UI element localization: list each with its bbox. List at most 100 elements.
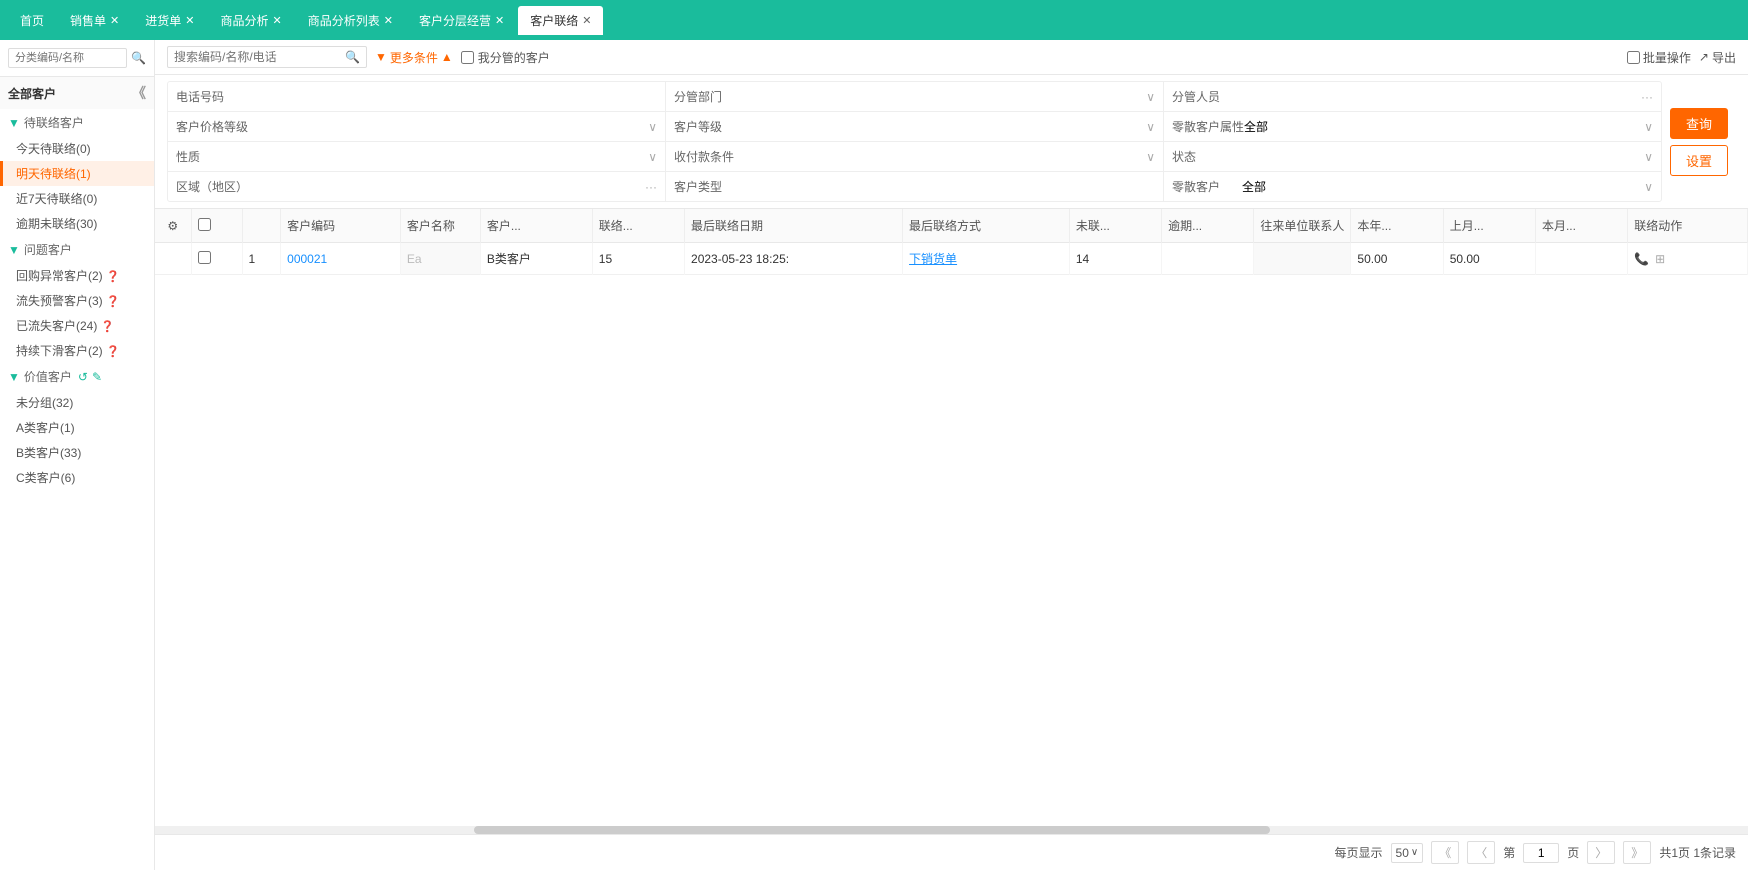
sidebar-item-today[interactable]: 今天待联络(0) <box>0 136 154 161</box>
close-customer-tier-icon[interactable]: ✕ <box>495 14 504 27</box>
page-size-select[interactable]: 50 ∨ <box>1391 843 1424 863</box>
nav-customer-tier[interactable]: 客户分层经营 ✕ <box>407 6 516 35</box>
col-checkbox[interactable] <box>191 209 242 243</box>
payment-chevron-icon: ∨ <box>1146 150 1155 164</box>
last-method-link[interactable]: 下销货单 <box>909 252 957 266</box>
search-input-wrap[interactable]: 🔍 <box>167 46 367 68</box>
row-check[interactable] <box>198 251 211 264</box>
value-level-filter[interactable]: 客户价格等级 ∨ <box>168 112 666 141</box>
col-not-linked[interactable]: 未联... <box>1069 209 1161 243</box>
region-dots-icon[interactable]: ··· <box>645 180 657 194</box>
row-code[interactable]: 000021 <box>281 243 401 275</box>
refresh-icon[interactable]: ↺ <box>78 370 88 384</box>
action-more-icon[interactable]: ⊞ <box>1655 252 1665 266</box>
nav-sales[interactable]: 销售单 ✕ <box>58 6 131 35</box>
phone-input[interactable] <box>246 90 657 104</box>
row-action[interactable]: 📞 ⊞ <box>1628 243 1748 275</box>
close-product-list-icon[interactable]: ✕ <box>384 14 393 27</box>
sidebar-item-abnormal[interactable]: 回购异常客户(2) ❓ <box>0 263 154 288</box>
sidebar-item-churn-warn[interactable]: 流失预警客户(3) ❓ <box>0 288 154 313</box>
my-customers-check[interactable] <box>461 51 474 64</box>
col-settings[interactable]: ⚙ <box>155 209 191 243</box>
help-icon-abnormal[interactable]: ❓ <box>106 271 120 283</box>
set-button[interactable]: 设置 <box>1670 145 1728 176</box>
col-overdue[interactable]: 逾期... <box>1162 209 1254 243</box>
manager-dots-icon[interactable]: ··· <box>1641 90 1653 104</box>
row-last-method[interactable]: 下销货单 <box>903 243 1070 275</box>
retail-attr-filter[interactable]: 零散客户属性 全部 ∨ <box>1164 112 1661 141</box>
retail-filter[interactable]: 零散客户 全部 ∨ <box>1164 172 1661 201</box>
nav-customer-contact[interactable]: 客户联络 ✕ <box>518 6 603 35</box>
dept-filter[interactable]: 分管部门 ∨ <box>666 82 1164 111</box>
customer-type-filter[interactable]: 客户类型 <box>666 172 1164 201</box>
select-all-checkbox[interactable] <box>198 218 211 231</box>
close-purchase-icon[interactable]: ✕ <box>185 14 194 27</box>
close-product-analysis-icon[interactable]: ✕ <box>273 14 282 27</box>
page-input[interactable] <box>1523 843 1559 863</box>
prev-page-btn[interactable]: 〈 <box>1467 841 1495 864</box>
filter-buttons: 查询 设置 <box>1662 81 1736 202</box>
nav-product-analysis[interactable]: 商品分析 ✕ <box>208 6 293 35</box>
status-chevron-icon: ∨ <box>1644 150 1653 164</box>
query-button[interactable]: 查询 <box>1670 108 1728 139</box>
search-icon[interactable]: 🔍 <box>345 50 360 64</box>
close-customer-contact-icon[interactable]: ✕ <box>582 14 591 27</box>
next-page-btn[interactable]: 〉 <box>1587 841 1615 864</box>
my-customers-checkbox[interactable]: 我分管的客户 <box>461 49 550 66</box>
sidebar-item-overdue[interactable]: 逾期未联络(30) <box>0 211 154 236</box>
search-input[interactable] <box>174 50 341 64</box>
col-type[interactable]: 客户... <box>480 209 592 243</box>
col-unit-contact[interactable]: 往来单位联系人 <box>1254 209 1351 243</box>
sidebar-item-a-class[interactable]: A类客户(1) <box>0 415 154 440</box>
batch-op-btn[interactable]: 批量操作 <box>1627 49 1691 66</box>
help-icon-churn-warn[interactable]: ❓ <box>106 296 120 308</box>
more-conditions-btn[interactable]: ▼ 更多条件 ▲ <box>375 49 453 66</box>
col-last-method[interactable]: 最后联络方式 <box>903 209 1070 243</box>
sidebar-item-b-class[interactable]: B类客户(33) <box>0 440 154 465</box>
phone-label: 电话号码 <box>176 88 246 105</box>
manager-filter[interactable]: 分管人员 ··· <box>1164 82 1661 111</box>
col-name[interactable]: 客户名称 <box>400 209 480 243</box>
nav-home[interactable]: 首页 <box>8 6 56 35</box>
col-code[interactable]: 客户编码 <box>281 209 401 243</box>
sidebar-item-churned[interactable]: 已流失客户(24) ❓ <box>0 313 154 338</box>
close-sales-icon[interactable]: ✕ <box>110 14 119 27</box>
sidebar-item-7days[interactable]: 近7天待联络(0) <box>0 186 154 211</box>
region-filter[interactable]: 区域（地区） ··· <box>168 172 666 201</box>
status-filter[interactable]: 状态 ∨ <box>1164 142 1661 171</box>
table-container: ⚙ 客户编码 客户名称 客户... <box>155 209 1748 826</box>
row-checkbox[interactable] <box>191 243 242 275</box>
nav-product-list[interactable]: 商品分析列表 ✕ <box>296 6 405 35</box>
first-page-btn[interactable]: 《 <box>1431 841 1459 864</box>
col-last-month[interactable]: 上月... <box>1443 209 1535 243</box>
nav-purchase[interactable]: 进货单 ✕ <box>133 6 206 35</box>
gender-filter[interactable]: 性质 ∨ <box>168 142 666 171</box>
batch-check[interactable] <box>1627 51 1640 64</box>
scrollbar-thumb[interactable] <box>474 826 1271 834</box>
sidebar-search-input[interactable] <box>8 48 127 68</box>
all-customers-header[interactable]: 全部客户 《 <box>0 77 154 109</box>
col-this-month[interactable]: 本月... <box>1535 209 1627 243</box>
customer-type-label: 客户类型 <box>674 178 744 195</box>
last-page-btn[interactable]: 》 <box>1623 841 1651 864</box>
sidebar-item-ungroup[interactable]: 未分组(32) <box>0 390 154 415</box>
sidebar-item-declining[interactable]: 持续下滑客户(2) ❓ <box>0 338 154 363</box>
customer-level-filter[interactable]: 客户等级 ∨ <box>666 112 1164 141</box>
col-this-year[interactable]: 本年... <box>1351 209 1443 243</box>
col-last-date[interactable]: 最后联络日期 <box>685 209 903 243</box>
help-icon-churned[interactable]: ❓ <box>101 321 115 333</box>
export-icon: ↗ <box>1699 50 1709 64</box>
sidebar-item-c-class[interactable]: C类客户(6) <box>0 465 154 490</box>
payment-filter[interactable]: 收付款条件 ∨ <box>666 142 1164 171</box>
horizontal-scrollbar[interactable] <box>155 826 1748 834</box>
settings-icon[interactable]: ⚙ <box>167 219 178 233</box>
help-icon-declining[interactable]: ❓ <box>106 346 120 358</box>
table-footer: 每页显示 50 ∨ 《 〈 第 页 〉 》 共1页 1条记录 <box>155 834 1748 870</box>
col-contacts[interactable]: 联络... <box>592 209 684 243</box>
export-btn[interactable]: ↗ 导出 <box>1699 49 1736 66</box>
sidebar-item-tomorrow[interactable]: 明天待联络(1) <box>0 161 154 186</box>
action-phone-icon[interactable]: 📞 <box>1634 252 1649 266</box>
sidebar-search-icon[interactable]: 🔍 <box>131 51 146 65</box>
edit-icon[interactable]: ✎ <box>92 370 102 384</box>
row-name: Ea <box>400 243 480 275</box>
